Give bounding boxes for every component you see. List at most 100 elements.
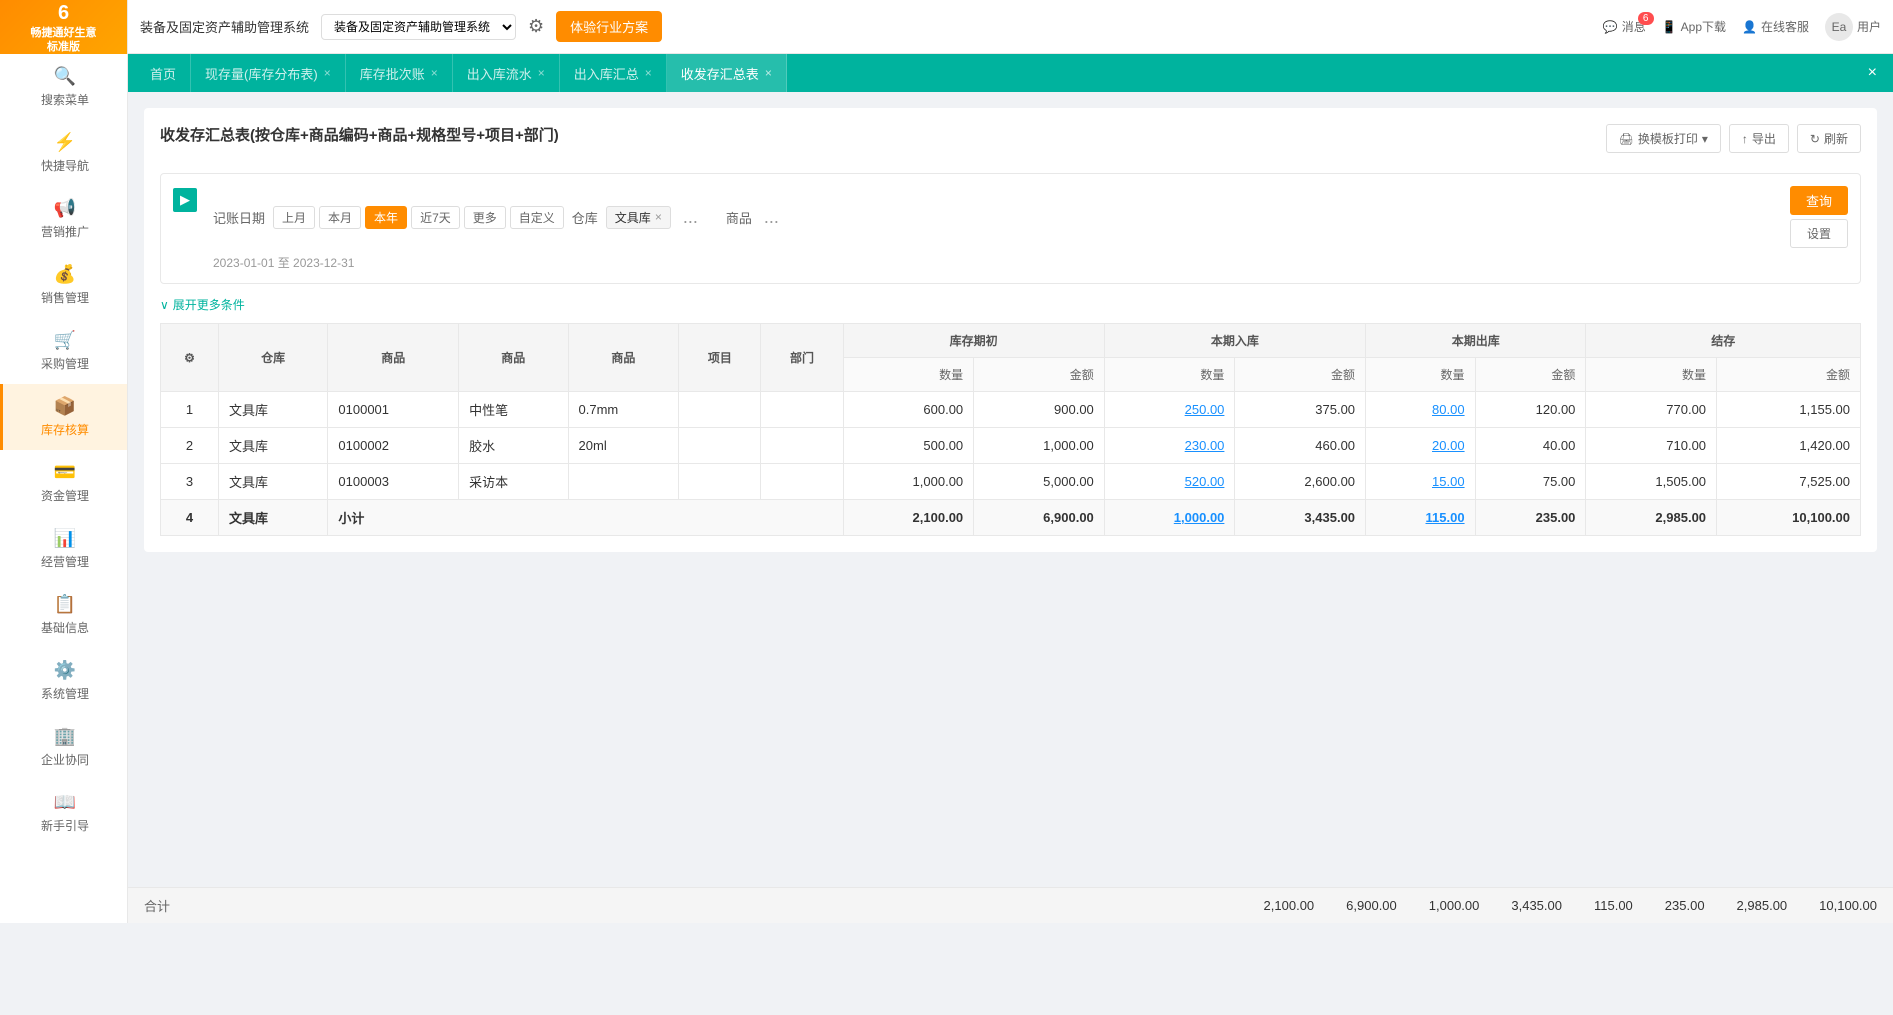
subtotal-out-qty: 115.00 [1366, 500, 1476, 536]
app-download-btn[interactable]: 📱 App下载 [1662, 18, 1726, 35]
tab-close-batch[interactable]: × [431, 66, 438, 80]
tab-in-out-flow[interactable]: 出入库流水× [453, 54, 560, 92]
sidebar-item-operations[interactable]: 📊 经营管理 [0, 516, 127, 582]
query-btn[interactable]: 查询 [1790, 186, 1848, 215]
row-product-code-2: 0100003 [328, 464, 459, 500]
finance-label: 资金管理 [41, 487, 89, 504]
tab-close-stock-dist[interactable]: × [324, 66, 331, 80]
row-in-qty-link-0[interactable]: 250.00 [1185, 402, 1225, 417]
tab-recv-send-summary[interactable]: 收发存汇总表× [667, 54, 787, 92]
logo-icon: 6 [58, 0, 69, 26]
messages-btn[interactable]: 💬 消息 6 [1603, 18, 1646, 35]
trial-button[interactable]: 体验行业方案 [556, 11, 662, 42]
tab-label-stock-dist: 现存量(库存分布表) [205, 64, 318, 83]
tab-in-out-summary[interactable]: 出入库汇总 × [560, 54, 667, 92]
filter-toggle-btn[interactable]: ▶ [173, 188, 197, 212]
sidebar-item-marketing[interactable]: 📢 营销推广 [0, 186, 127, 252]
tab-home[interactable]: 首页 [136, 54, 191, 92]
row-out-qty-link-2[interactable]: 15.00 [1432, 474, 1465, 489]
date-btn-this-month[interactable]: 本月 [319, 206, 361, 229]
date-btn-this-year[interactable]: 本年 [365, 206, 407, 229]
row-balance-amt-1: 1,420.00 [1717, 428, 1861, 464]
tab-close-recv-send-summary[interactable]: × [765, 66, 772, 80]
column-settings-btn[interactable]: 设置 [1790, 219, 1848, 248]
tab-stock-dist[interactable]: 现存量(库存分布表) × [191, 54, 346, 92]
subtotal-opening-amt: 6,900.00 [974, 500, 1105, 536]
row-project-1 [679, 428, 761, 464]
print-icon: 🖨 [1619, 132, 1634, 146]
product-filter-label: 商品 [726, 208, 752, 227]
export-btn[interactable]: ↑ 导出 [1729, 124, 1789, 153]
tab-close-in-out-flow[interactable]: × [538, 66, 545, 80]
sidebar-item-enterprise[interactable]: 🏢 企业协同 [0, 714, 127, 780]
row-out-qty-link-1[interactable]: 20.00 [1432, 438, 1465, 453]
row-no-2: 3 [161, 464, 219, 500]
marketing-label: 营销推广 [41, 223, 89, 240]
expand-conditions-btn[interactable]: ∨ 展开更多条件 [160, 296, 1861, 313]
warehouse-tag: 文具库 × [606, 206, 671, 229]
subtotal-no: 4 [161, 500, 219, 536]
date-btn-7days[interactable]: 近7天 [411, 206, 460, 229]
topbar-right: 💬 消息 6 📱 App下载 👤 在线客服 Ea 用户 [1603, 13, 1881, 41]
sidebar-item-system[interactable]: ⚙️ 系统管理 [0, 648, 127, 714]
print-btn[interactable]: 🖨 换模板打印 ▾ [1606, 124, 1721, 153]
date-btn-last-month[interactable]: 上月 [273, 206, 315, 229]
sidebar-item-finance[interactable]: 💳 资金管理 [0, 450, 127, 516]
system-selector[interactable]: 装备及固定资产辅助管理系统 [321, 14, 516, 40]
warehouse-remove-btn[interactable]: × [655, 210, 662, 224]
row-dept-2 [761, 464, 843, 500]
expand-row: ∨ 展开更多条件 [160, 296, 1861, 313]
sidebar-item-inventory[interactable]: 📦 库存核算 [0, 384, 127, 450]
subtotal-out-qty-link[interactable]: 115.00 [1426, 510, 1465, 525]
subtotal-opening-qty: 2,100.00 [843, 500, 974, 536]
data-table: ⚙ 仓库 商品 商品 商品 项目 部门 库存期初 本期入库 本期出库 结存 数量 [160, 323, 1861, 536]
row-balance-amt-2: 7,525.00 [1717, 464, 1861, 500]
sidebar-item-search[interactable]: 🔍 搜索菜单 [0, 54, 127, 120]
row-no-0: 1 [161, 392, 219, 428]
subtotal-in-qty-link[interactable]: 1,000.00 [1174, 510, 1225, 525]
system-icon: ⚙️ [54, 660, 76, 681]
settings-col-header[interactable]: ⚙ [161, 324, 219, 392]
dept-col-header: 部门 [761, 324, 843, 392]
sidebar-item-guide[interactable]: 📖 新手引导 [0, 780, 127, 846]
enterprise-icon: 🏢 [54, 726, 76, 747]
date-range-value: 2023-01-01 至 2023-12-31 [213, 256, 354, 270]
tab-batch[interactable]: 库存批次账× [346, 54, 453, 92]
close-all-tabs-btn[interactable]: × [1860, 64, 1885, 82]
row-out-qty-link-0[interactable]: 80.00 [1432, 402, 1465, 417]
online-service-btn[interactable]: 👤 在线客服 [1742, 18, 1809, 35]
sales-icon: 💰 [54, 264, 76, 285]
print-label: 换模板打印 [1638, 130, 1698, 147]
date-btn-more[interactable]: 更多 [464, 206, 506, 229]
row-in-qty-link-2[interactable]: 520.00 [1185, 474, 1225, 489]
out-group-header: 本期出库 [1366, 324, 1586, 358]
tab-label-in-out-summary: 出入库汇总 [574, 64, 639, 83]
message-icon: 💬 [1603, 20, 1618, 34]
sidebar-item-sales[interactable]: 💰 销售管理 [0, 252, 127, 318]
system-label: 系统管理 [41, 685, 89, 702]
filter-content: 记账日期 上月 本月 本年 近7天 更多 自定义 仓库 文具库 [213, 186, 1848, 271]
subtotal-out-amt: 235.00 [1475, 500, 1586, 536]
row-opening-amt-1: 1,000.00 [974, 428, 1105, 464]
settings-icon[interactable]: ⚙ [528, 16, 544, 37]
search-icon: 🔍 [54, 66, 76, 87]
row-out-qty-1: 20.00 [1366, 428, 1476, 464]
product-more-btn[interactable]: ... [760, 207, 783, 228]
row-in-qty-0: 250.00 [1104, 392, 1235, 428]
row-in-qty-link-1[interactable]: 230.00 [1185, 438, 1225, 453]
row-in-qty-1: 230.00 [1104, 428, 1235, 464]
warehouse-more-btn[interactable]: ... [679, 207, 702, 228]
sidebar-item-basic-info[interactable]: 📋 基础信息 [0, 582, 127, 648]
date-btn-custom[interactable]: 自定义 [510, 206, 564, 229]
user-btn[interactable]: Ea 用户 [1825, 13, 1881, 41]
guide-label: 新手引导 [41, 817, 89, 834]
tab-close-in-out-summary[interactable]: × [645, 66, 652, 80]
sidebar-item-purchase[interactable]: 🛒 采购管理 [0, 318, 127, 384]
refresh-btn[interactable]: ↻ 刷新 [1797, 124, 1861, 153]
sales-label: 销售管理 [41, 289, 89, 306]
page-title: 收发存汇总表(按仓库+商品编码+商品+规格型号+项目+部门) [160, 124, 559, 145]
in-amt-header: 金额 [1235, 358, 1366, 392]
table-group-header: ⚙ 仓库 商品 商品 商品 项目 部门 库存期初 本期入库 本期出库 结存 [161, 324, 1861, 358]
table-row: 2 文具库 0100002 胶水 20ml 500.00 1,000.00 23… [161, 428, 1861, 464]
sidebar-item-quick-nav[interactable]: ⚡ 快捷导航 [0, 120, 127, 186]
